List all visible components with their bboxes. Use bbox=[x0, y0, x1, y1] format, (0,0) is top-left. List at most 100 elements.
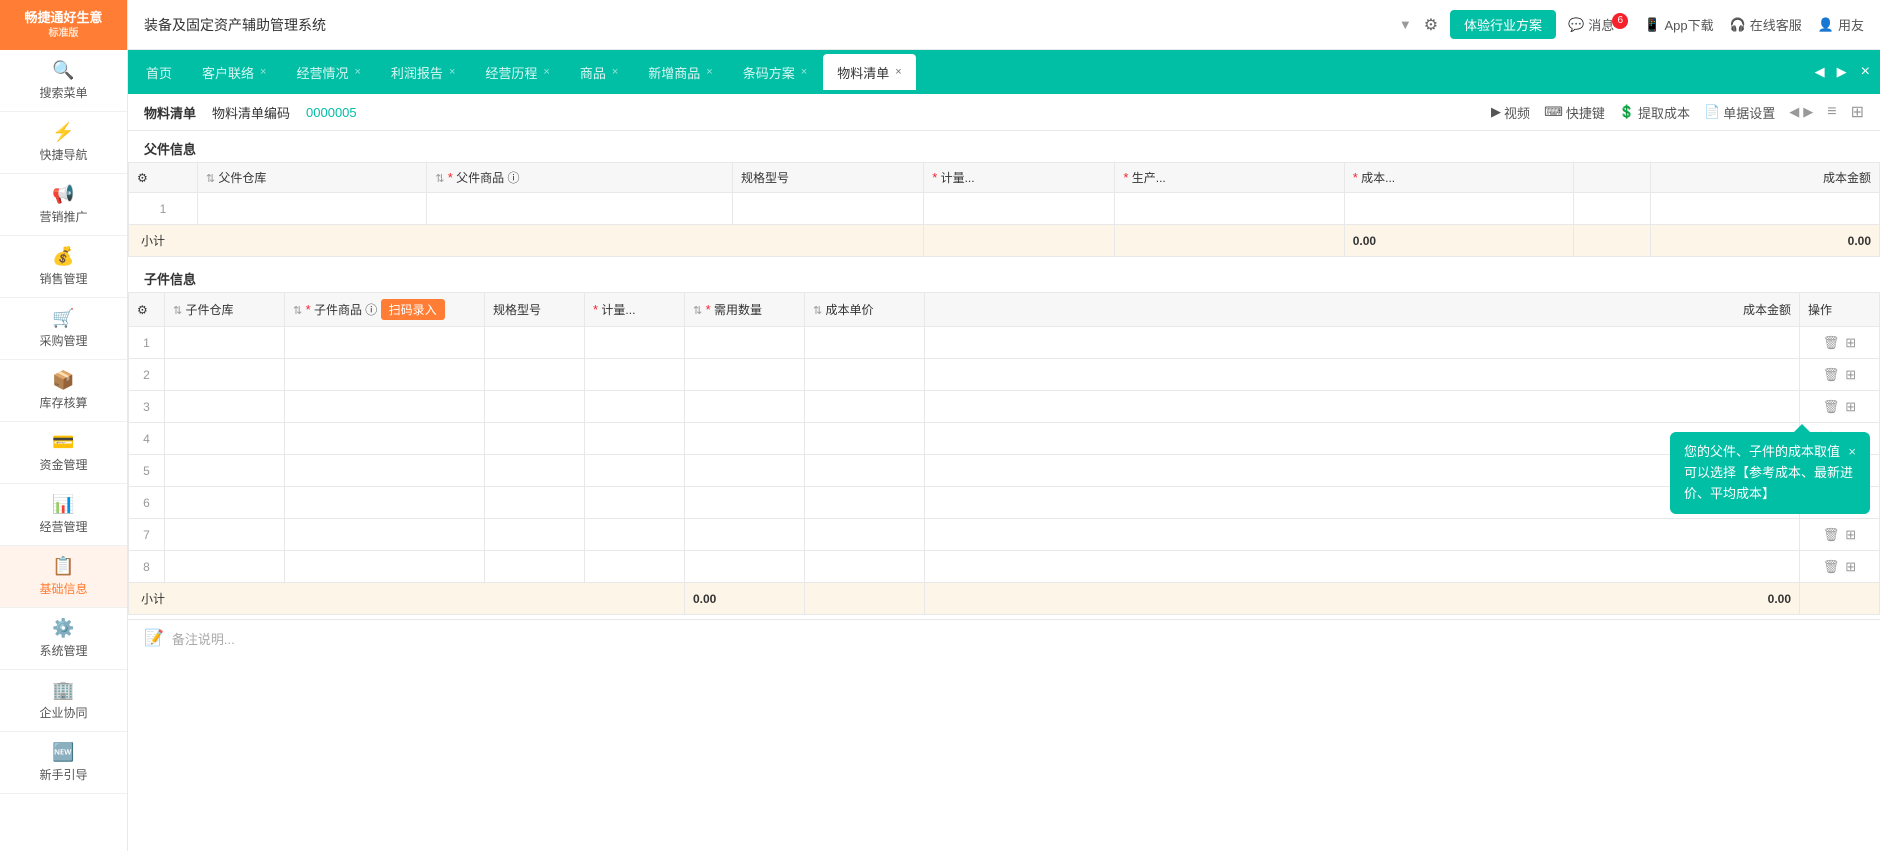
tab-bom-close[interactable]: × bbox=[895, 66, 901, 78]
sidebar-item-quick-nav[interactable]: ⚡ 快捷导航 bbox=[0, 112, 127, 174]
child-unitcost-8[interactable] bbox=[805, 551, 925, 583]
parent-produce-cell[interactable] bbox=[1115, 193, 1344, 225]
child-unitcost-3[interactable] bbox=[805, 391, 925, 423]
nav-left-icon[interactable]: ◀ bbox=[1789, 104, 1799, 120]
sidebar-item-guide[interactable]: 🆕 新手引导 bbox=[0, 732, 127, 794]
tab-op-history[interactable]: 经营历程 × bbox=[471, 54, 563, 90]
child-spec-1[interactable] bbox=[485, 327, 585, 359]
child-unit-4[interactable] bbox=[585, 423, 685, 455]
child-warehouse-6[interactable] bbox=[165, 487, 285, 519]
online-service-btn[interactable]: 🎧 在线客服 bbox=[1730, 15, 1802, 34]
copy-icon-2[interactable]: ⊞ bbox=[1845, 367, 1856, 383]
child-unitcost-5[interactable] bbox=[805, 455, 925, 487]
child-unit-3[interactable] bbox=[585, 391, 685, 423]
child-spec-2[interactable] bbox=[485, 359, 585, 391]
tab-barcode-close[interactable]: × bbox=[801, 66, 807, 78]
parent-th-config[interactable]: ⚙ bbox=[129, 163, 198, 193]
breadcrumb-bom[interactable]: 物料清单 bbox=[144, 103, 196, 122]
view-tool[interactable]: ▶ 视频 bbox=[1491, 103, 1530, 122]
child-unitcost-2[interactable] bbox=[805, 359, 925, 391]
child-th-config[interactable]: ⚙ bbox=[129, 293, 165, 327]
tab-operation-status-close[interactable]: × bbox=[354, 66, 360, 78]
sidebar-item-finance[interactable]: 💳 资金管理 bbox=[0, 422, 127, 484]
child-spec-8[interactable] bbox=[485, 551, 585, 583]
delete-icon-2[interactable]: 🗑 bbox=[1823, 367, 1840, 383]
sidebar-item-purchase[interactable]: 🛒 采购管理 bbox=[0, 298, 127, 360]
scan-btn[interactable]: 扫码录入 bbox=[381, 299, 445, 320]
copy-icon-7[interactable]: ⊞ bbox=[1845, 527, 1856, 543]
app-download-btn[interactable]: 📱 App下载 bbox=[1644, 15, 1713, 34]
child-qty-6[interactable] bbox=[685, 487, 805, 519]
child-spec-3[interactable] bbox=[485, 391, 585, 423]
tab-home[interactable]: 首页 bbox=[132, 54, 186, 90]
sidebar-item-search[interactable]: 🔍 搜索菜单 bbox=[0, 50, 127, 112]
child-spec-7[interactable] bbox=[485, 519, 585, 551]
child-goods-3[interactable] bbox=[285, 391, 485, 423]
child-spec-4[interactable] bbox=[485, 423, 585, 455]
child-unit-2[interactable] bbox=[585, 359, 685, 391]
child-goods-5[interactable] bbox=[285, 455, 485, 487]
parent-warehouse-cell[interactable] bbox=[197, 193, 426, 225]
grid-view-icon[interactable]: ≡ bbox=[1827, 103, 1836, 121]
shortcut-tool[interactable]: ⌨ 快捷键 bbox=[1544, 103, 1605, 122]
sidebar-item-operation[interactable]: 📊 经营管理 bbox=[0, 484, 127, 546]
copy-icon-8[interactable]: ⊞ bbox=[1845, 559, 1856, 575]
delete-icon-3[interactable]: 🗑 bbox=[1823, 399, 1840, 415]
child-unitcost-4[interactable] bbox=[805, 423, 925, 455]
tab-customer[interactable]: 客户联络 × bbox=[188, 54, 280, 90]
child-unitcost-7[interactable] bbox=[805, 519, 925, 551]
child-unit-1[interactable] bbox=[585, 327, 685, 359]
settings-icon[interactable]: ⚙ bbox=[1424, 15, 1438, 35]
parent-cost-cell[interactable] bbox=[1344, 193, 1573, 225]
child-warehouse-1[interactable] bbox=[165, 327, 285, 359]
copy-icon-3[interactable]: ⊞ bbox=[1845, 399, 1856, 415]
tab-barcode[interactable]: 条码方案 × bbox=[729, 54, 821, 90]
copy-icon-1[interactable]: ⊞ bbox=[1845, 335, 1856, 351]
tab-new-goods[interactable]: 新增商品 × bbox=[634, 54, 726, 90]
user-btn[interactable]: 👤 用友 bbox=[1818, 15, 1864, 34]
expand-icon[interactable]: ⊞ bbox=[1851, 102, 1864, 122]
child-unitcost-1[interactable] bbox=[805, 327, 925, 359]
parent-unit-cell[interactable] bbox=[924, 193, 1115, 225]
tab-nav-next[interactable]: ▶ bbox=[1833, 64, 1851, 80]
child-qty-7[interactable] bbox=[685, 519, 805, 551]
child-qty-1[interactable] bbox=[685, 327, 805, 359]
child-unit-5[interactable] bbox=[585, 455, 685, 487]
parent-spec-cell[interactable] bbox=[733, 193, 924, 225]
tab-operation-status[interactable]: 经营情况 × bbox=[282, 54, 374, 90]
sidebar-item-inventory[interactable]: 📦 库存核算 bbox=[0, 360, 127, 422]
delete-icon-1[interactable]: 🗑 bbox=[1823, 335, 1840, 351]
child-warehouse-5[interactable] bbox=[165, 455, 285, 487]
child-warehouse-4[interactable] bbox=[165, 423, 285, 455]
sidebar-item-corp[interactable]: 🏢 企业协同 bbox=[0, 670, 127, 732]
tab-profit-close[interactable]: × bbox=[449, 66, 455, 78]
child-warehouse-7[interactable] bbox=[165, 519, 285, 551]
child-goods-7[interactable] bbox=[285, 519, 485, 551]
child-qty-8[interactable] bbox=[685, 551, 805, 583]
child-goods-4[interactable] bbox=[285, 423, 485, 455]
nav-right-icon[interactable]: ▶ bbox=[1803, 104, 1813, 120]
child-unit-7[interactable] bbox=[585, 519, 685, 551]
child-warehouse-3[interactable] bbox=[165, 391, 285, 423]
child-unitcost-6[interactable] bbox=[805, 487, 925, 519]
sidebar-item-basic[interactable]: 📋 基础信息 bbox=[0, 546, 127, 608]
tab-op-history-close[interactable]: × bbox=[543, 66, 549, 78]
sidebar-item-sales[interactable]: 💰 销售管理 bbox=[0, 236, 127, 298]
sidebar-item-marketing[interactable]: 📢 营销推广 bbox=[0, 174, 127, 236]
tab-customer-close[interactable]: × bbox=[260, 66, 266, 78]
child-goods-6[interactable] bbox=[285, 487, 485, 519]
parent-goods-cell[interactable] bbox=[427, 193, 733, 225]
child-unit-6[interactable] bbox=[585, 487, 685, 519]
child-goods-1[interactable] bbox=[285, 327, 485, 359]
settings-tool[interactable]: 📄 单据设置 bbox=[1704, 103, 1775, 122]
sidebar-item-system[interactable]: ⚙️ 系统管理 bbox=[0, 608, 127, 670]
tab-new-goods-close[interactable]: × bbox=[706, 66, 712, 78]
child-qty-5[interactable] bbox=[685, 455, 805, 487]
child-goods-8[interactable] bbox=[285, 551, 485, 583]
child-spec-6[interactable] bbox=[485, 487, 585, 519]
child-qty-3[interactable] bbox=[685, 391, 805, 423]
tab-nav-prev[interactable]: ◀ bbox=[1811, 64, 1829, 80]
child-qty-2[interactable] bbox=[685, 359, 805, 391]
tab-bom[interactable]: 物料清单 × bbox=[823, 54, 915, 90]
experience-btn[interactable]: 体验行业方案 bbox=[1450, 10, 1556, 39]
